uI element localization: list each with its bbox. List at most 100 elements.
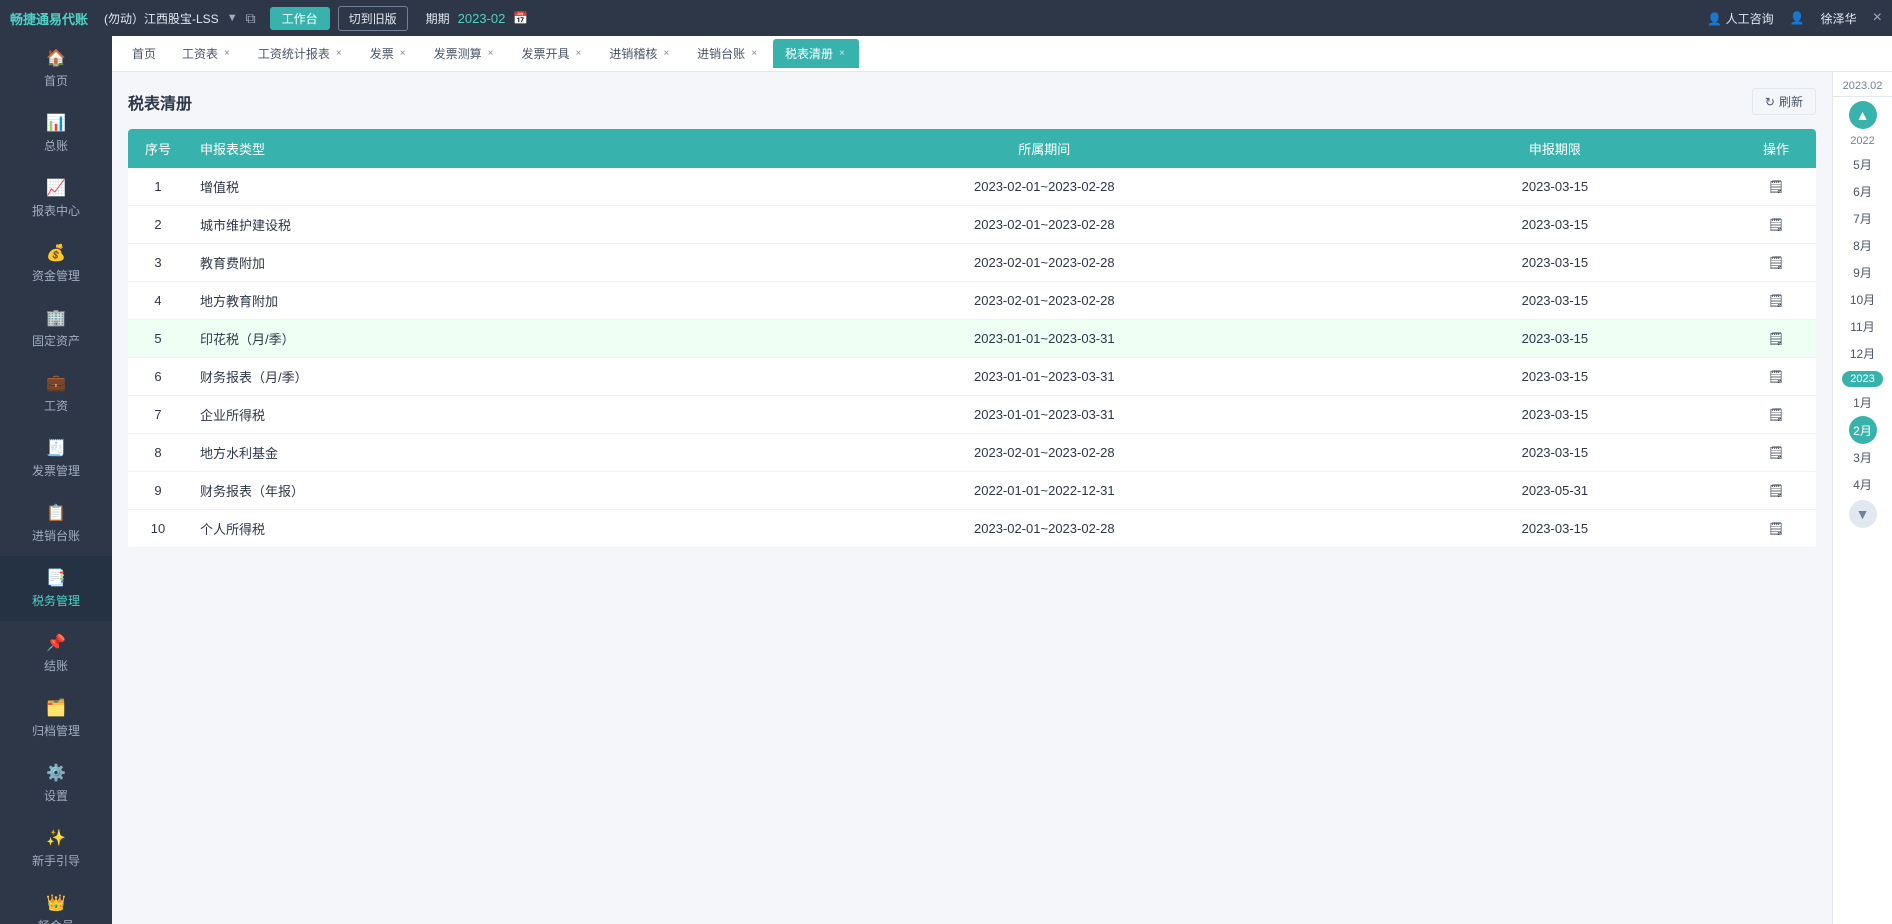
year-2023-badge[interactable]: 2023 xyxy=(1842,371,1882,387)
tab-发票[interactable]: 发票× xyxy=(358,39,420,68)
period-nav-down[interactable]: ▼ xyxy=(1849,500,1877,528)
table-row: 3 教育费附加 2023-02-01~2023-02-28 2023-03-15… xyxy=(128,244,1816,282)
sidebar-item-tax[interactable]: 📑 税务管理 xyxy=(0,556,112,621)
cell-period-1: 2023-02-01~2023-02-28 xyxy=(715,206,1374,244)
cell-action-0[interactable]: 🗒 xyxy=(1736,168,1816,206)
tab-发票测算[interactable]: 发票测算× xyxy=(422,39,508,68)
month-2022-5月[interactable]: 5月 xyxy=(1846,151,1879,178)
funds-icon: 💰 xyxy=(46,243,66,263)
workbench-button[interactable]: 工作台 xyxy=(270,7,330,30)
cell-type-3: 地方教育附加 xyxy=(188,282,715,320)
sidebar-item-funds[interactable]: 💰 资金管理 xyxy=(0,231,112,296)
month-2022-10月[interactable]: 10月 xyxy=(1846,286,1879,313)
sidebar-item-home[interactable]: 🏠 首页 xyxy=(0,36,112,101)
cell-deadline-5: 2023-03-15 xyxy=(1374,358,1736,396)
sidebar-label-tax: 税务管理 xyxy=(32,592,80,609)
tax-icon: 📑 xyxy=(46,568,66,588)
sidebar-item-ledger[interactable]: 📊 总账 xyxy=(0,101,112,166)
sidebar-item-close[interactable]: 📌 结账 xyxy=(0,621,112,686)
cell-period-4: 2023-01-01~2023-03-31 xyxy=(715,320,1374,358)
table-row: 1 增值税 2023-02-01~2023-02-28 2023-03-15 🗒 xyxy=(128,168,1816,206)
month-2023-4月[interactable]: 4月 xyxy=(1849,471,1876,498)
cell-action-3[interactable]: 🗒 xyxy=(1736,282,1816,320)
sidebar-label-close: 结账 xyxy=(44,657,68,674)
reports-icon: 📈 xyxy=(46,178,66,198)
refresh-button[interactable]: ↻ 刷新 xyxy=(1752,88,1816,115)
tab-发票开具[interactable]: 发票开具× xyxy=(509,39,595,68)
top-bar: 畅捷通易代账 (勿动）江西股宝-LSS ▼ ⧉ 工作台 切到旧版 期期 2023… xyxy=(0,0,1892,36)
period-value[interactable]: 2023-02 xyxy=(458,11,506,26)
cell-action-7[interactable]: 🗒 xyxy=(1736,434,1816,472)
month-2022-9月[interactable]: 9月 xyxy=(1846,259,1879,286)
sidebar-label-member: 畅会员 xyxy=(38,917,74,924)
sidebar-item-reports[interactable]: 📈 报表中心 xyxy=(0,166,112,231)
month-2022-7月[interactable]: 7月 xyxy=(1846,205,1879,232)
user-name[interactable]: 徐泽华 xyxy=(1821,10,1857,27)
cell-no-8: 9 xyxy=(128,472,188,510)
tab-close-6[interactable]: × xyxy=(661,47,671,60)
tab-工资统计报表[interactable]: 工资统计报表× xyxy=(246,39,356,68)
sidebar-label-ledger: 总账 xyxy=(44,137,68,154)
tab-工资表[interactable]: 工资表 × xyxy=(170,39,244,68)
calendar-icon[interactable]: 📅 xyxy=(513,11,528,25)
period-nav-up[interactable]: ▲ xyxy=(1849,101,1877,129)
active-month[interactable]: 2月 xyxy=(1849,416,1877,444)
sidebar-item-member[interactable]: 👑 畅会员 xyxy=(0,881,112,924)
cell-type-8: 财务报表（年报） xyxy=(188,472,715,510)
tab-close-7[interactable]: × xyxy=(749,47,759,60)
sidebar-item-purchase[interactable]: 📋 进销台账 xyxy=(0,491,112,556)
company-name: (勿动）江西股宝-LSS xyxy=(104,10,219,27)
tab-close-1[interactable]: × xyxy=(222,47,232,60)
sidebar-item-invoice[interactable]: 🧾 发票管理 xyxy=(0,426,112,491)
cell-period-7: 2023-02-01~2023-02-28 xyxy=(715,434,1374,472)
sidebar-label-home: 首页 xyxy=(44,72,68,89)
switch-version-button[interactable]: 切到旧版 xyxy=(338,6,408,31)
col-header-action: 操作 xyxy=(1736,129,1816,168)
cell-deadline-1: 2023-03-15 xyxy=(1374,206,1736,244)
global-close-button[interactable]: × xyxy=(1873,9,1882,27)
cell-action-1[interactable]: 🗒 xyxy=(1736,206,1816,244)
dropdown-icon[interactable]: ▼ xyxy=(227,12,238,24)
month-2022-6月[interactable]: 6月 xyxy=(1846,178,1879,205)
tab-close-5[interactable]: × xyxy=(573,47,583,60)
cell-action-4[interactable]: 🗒 xyxy=(1736,320,1816,358)
cell-type-6: 企业所得税 xyxy=(188,396,715,434)
sidebar-item-salary[interactable]: 💼 工资 xyxy=(0,361,112,426)
copy-icon[interactable]: ⧉ xyxy=(246,10,256,27)
cell-action-6[interactable]: 🗒 xyxy=(1736,396,1816,434)
cell-no-9: 10 xyxy=(128,510,188,548)
month-2022-12月[interactable]: 12月 xyxy=(1846,340,1879,367)
month-2022-8月[interactable]: 8月 xyxy=(1846,232,1879,259)
home-icon: 🏠 xyxy=(46,48,66,68)
sidebar-item-settings[interactable]: ⚙️ 设置 xyxy=(0,751,112,816)
cell-action-8[interactable]: 🗒 xyxy=(1736,472,1816,510)
settings-icon: ⚙️ xyxy=(46,763,66,783)
cell-action-5[interactable]: 🗒 xyxy=(1736,358,1816,396)
tab-税表清册[interactable]: 税表清册× xyxy=(773,39,859,68)
tab-close-8[interactable]: × xyxy=(837,47,847,60)
col-header-period: 所属期间 xyxy=(715,129,1374,168)
tab-进销稽核[interactable]: 进销稽核× xyxy=(597,39,683,68)
col-header-deadline: 申报期限 xyxy=(1374,129,1736,168)
user-avatar: 👤 xyxy=(1790,11,1805,25)
tab-进销台账[interactable]: 进销台账× xyxy=(685,39,771,68)
sidebar-item-assets[interactable]: 🏢 固定资产 xyxy=(0,296,112,361)
tab-home[interactable]: 首页 xyxy=(120,39,168,68)
sidebar-label-guide: 新手引导 xyxy=(32,852,80,869)
ai-consult-button[interactable]: 👤 人工咨询 xyxy=(1707,10,1773,27)
month-2023-1月[interactable]: 1月 xyxy=(1849,389,1876,416)
sidebar-item-archive[interactable]: 🗂️ 归档管理 xyxy=(0,686,112,751)
table-row: 9 财务报表（年报） 2022-01-01~2022-12-31 2023-05… xyxy=(128,472,1816,510)
tab-close-3[interactable]: × xyxy=(398,47,408,60)
cell-action-2[interactable]: 🗒 xyxy=(1736,244,1816,282)
cell-period-6: 2023-01-01~2023-03-31 xyxy=(715,396,1374,434)
cell-period-8: 2022-01-01~2022-12-31 xyxy=(715,472,1374,510)
tab-label-1: 工资表 xyxy=(182,45,218,62)
cell-action-9[interactable]: 🗒 xyxy=(1736,510,1816,548)
sidebar-item-guide[interactable]: ✨ 新手引导 xyxy=(0,816,112,881)
purchase-icon: 📋 xyxy=(46,503,66,523)
month-2022-11月[interactable]: 11月 xyxy=(1846,313,1879,340)
tab-close-4[interactable]: × xyxy=(486,47,496,60)
month-2023-3月[interactable]: 3月 xyxy=(1849,444,1876,471)
tab-close-2[interactable]: × xyxy=(334,47,344,60)
